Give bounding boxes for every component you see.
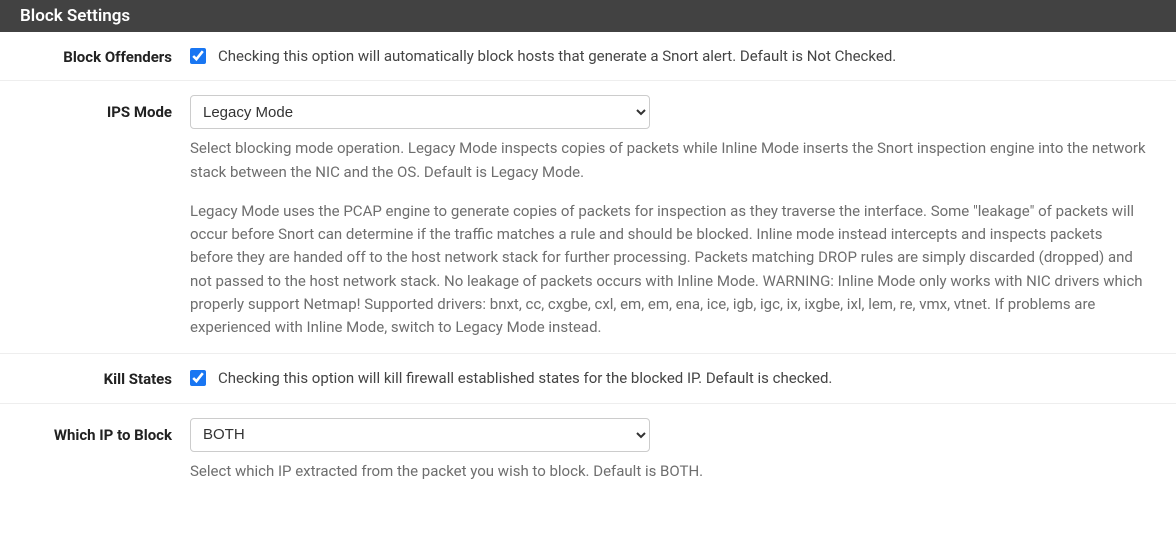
row-ips-mode: IPS Mode Legacy Mode Select blocking mod…: [0, 81, 1176, 354]
panel-header: Block Settings: [0, 0, 1176, 32]
control-ips-mode: Legacy Mode Select blocking mode operati…: [190, 95, 1176, 339]
label-which-ip: Which IP to Block: [0, 418, 190, 483]
row-which-ip: Which IP to Block BOTH Select which IP e…: [0, 404, 1176, 497]
label-ips-mode: IPS Mode: [0, 95, 190, 339]
control-which-ip: BOTH Select which IP extracted from the …: [190, 418, 1176, 483]
checkbox-kill-states[interactable]: [190, 370, 206, 386]
desc-kill-states: Checking this option will kill firewall …: [218, 368, 832, 388]
inline-check-block-offenders: Checking this option will automatically …: [190, 46, 1146, 66]
select-ips-mode[interactable]: Legacy Mode: [190, 95, 650, 129]
inline-check-kill-states: Checking this option will kill firewall …: [190, 368, 1146, 388]
desc-block-offenders: Checking this option will automatically …: [218, 46, 896, 66]
label-block-offenders: Block Offenders: [0, 46, 190, 66]
checkbox-block-offenders[interactable]: [190, 48, 206, 64]
help-which-ip: Select which IP extracted from the packe…: [190, 460, 1146, 483]
row-block-offenders: Block Offenders Checking this option wil…: [0, 32, 1176, 81]
panel-title: Block Settings: [20, 6, 130, 26]
help-ips-mode-2: Legacy Mode uses the PCAP engine to gene…: [190, 200, 1146, 340]
control-kill-states: Checking this option will kill firewall …: [190, 368, 1176, 388]
select-which-ip[interactable]: BOTH: [190, 418, 650, 452]
control-block-offenders: Checking this option will automatically …: [190, 46, 1176, 66]
label-kill-states: Kill States: [0, 368, 190, 388]
help-ips-mode-1: Select blocking mode operation. Legacy M…: [190, 137, 1146, 184]
row-kill-states: Kill States Checking this option will ki…: [0, 354, 1176, 403]
